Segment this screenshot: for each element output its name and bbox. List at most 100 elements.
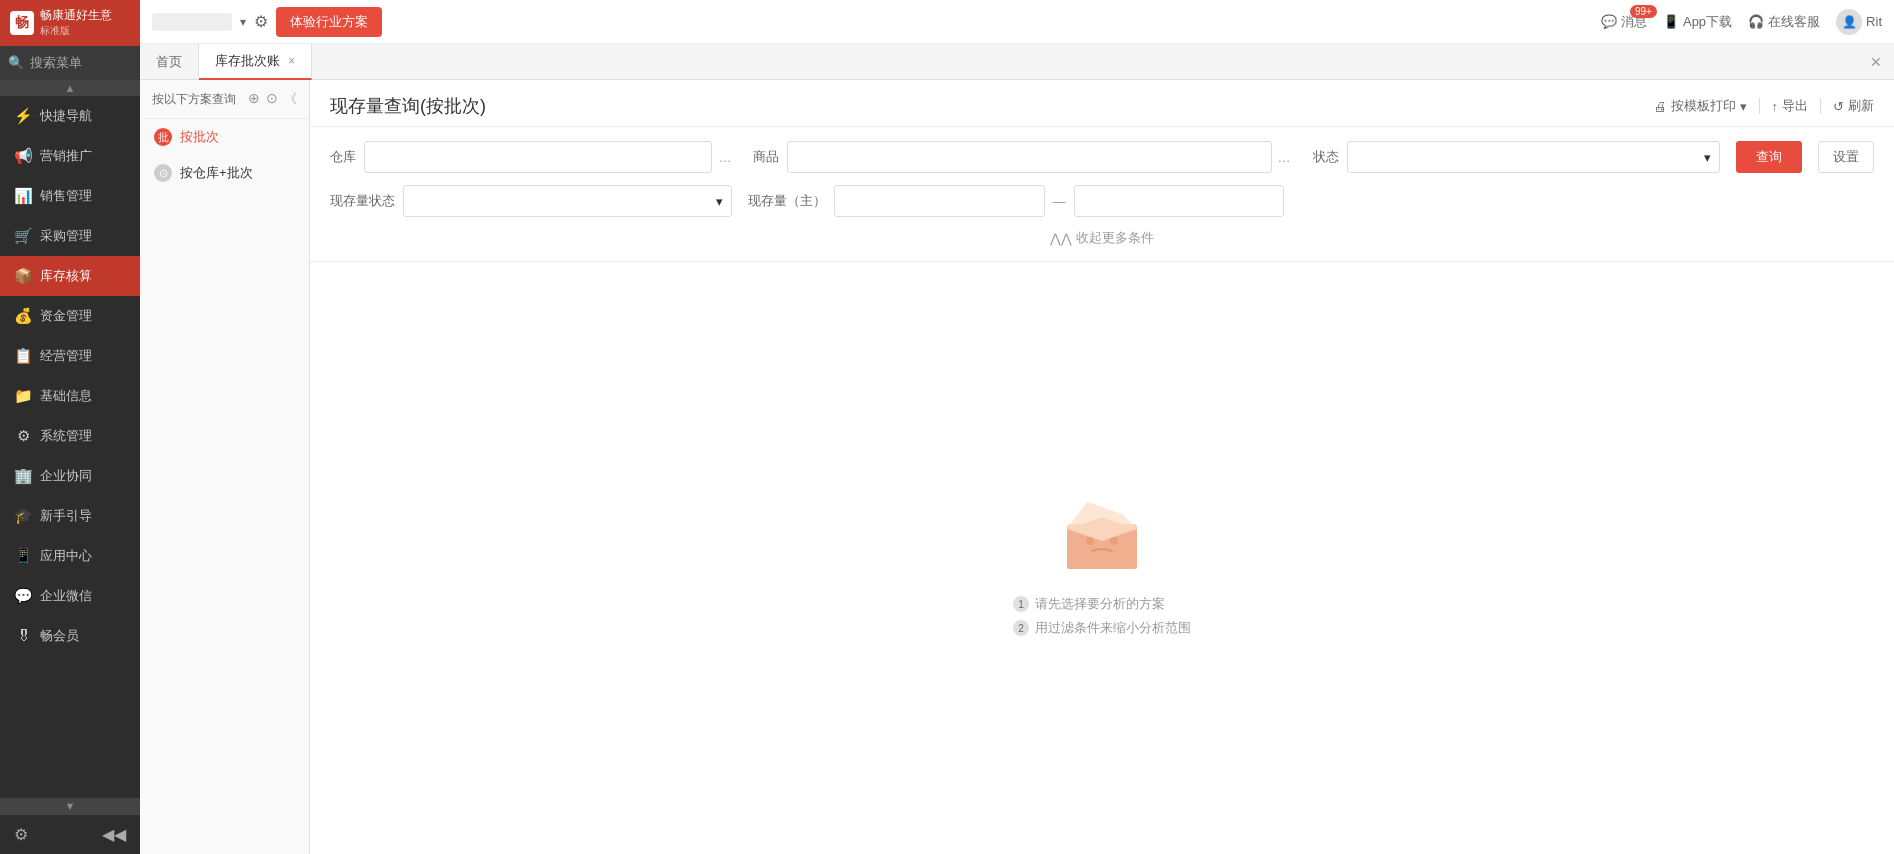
sidebar-item-inventory[interactable]: 📦 库存核算 [0,256,140,296]
tab-home[interactable]: 首页 [140,44,199,80]
status-filter-group: 状态 ▾ [1313,141,1720,173]
page-title: 现存量查询(按批次) [330,94,486,118]
sidebar-item-label: 应用中心 [40,547,92,565]
topbar-dropdown-icon[interactable]: ▾ [240,15,246,29]
sidebar-item-marketing[interactable]: 📢 营销推广 [0,136,140,176]
sidebar-collapse-icon[interactable]: ◀◀ [102,825,126,844]
user-avatar: 👤 [1836,9,1862,35]
topbar-breadcrumb [152,13,232,31]
empty-tip-1: 1 请先选择要分析的方案 [1013,595,1191,613]
status-select[interactable]: ▾ [1347,141,1720,173]
stock-amount-dash: — [1045,194,1074,209]
sidebar-item-purchase[interactable]: 🛒 采购管理 [0,216,140,256]
left-panel-header: 按以下方案查询 ⊕ ⊙ 《 [140,80,309,119]
sidebar-search[interactable]: 🔍 搜索菜单 [0,46,140,80]
sidebar-item-enterprise[interactable]: 🏢 企业协同 [0,456,140,496]
topbar-online-service[interactable]: 🎧 在线客服 [1748,13,1820,31]
stock-amount-to-input[interactable] [1074,185,1285,217]
scheme-wh-batch-icon: ⊙ [154,164,172,182]
stock-amount-filter-group: 现存量（主） — [748,185,1284,217]
topbar-app-download[interactable]: 📱 App下载 [1663,13,1732,31]
messages-badge: 99+ [1630,5,1657,18]
tip-num-2: 2 [1013,620,1029,636]
shortcuts-icon: ⚡ [14,107,32,125]
topbar-user[interactable]: 👤 Rit [1836,9,1882,35]
main-area: ▾ ⚙ 体验行业方案 💬 消息 99+ 📱 App下载 🎧 在线客服 👤 Rit [140,0,1894,854]
system-icon: ⚙ [14,427,32,445]
topbar-messages[interactable]: 💬 消息 99+ [1601,13,1647,31]
trial-button[interactable]: 体验行业方案 [276,7,382,37]
sidebar-item-label: 销售管理 [40,187,92,205]
add-scheme-icon[interactable]: ⊕ [248,90,260,108]
sidebar-gear-icon[interactable]: ⚙ [14,825,28,844]
svg-point-4 [1110,537,1118,545]
tab-close-all[interactable]: ✕ [1858,44,1894,80]
empty-state: 1 请先选择要分析的方案 2 用过滤条件来缩小分析范围 [310,262,1894,854]
sidebar-item-wechat[interactable]: 💬 企业微信 [0,576,140,616]
sidebar-scroll-down[interactable]: ▼ [0,798,140,814]
collapse-up-icon: ⋀⋀ [1050,231,1072,246]
operations-icon: 📋 [14,347,32,365]
tabs-bar: 首页 库存批次账 × ✕ [140,44,1894,80]
print-button[interactable]: 🖨 按模板打印 ▾ [1654,97,1747,115]
app-logo: 畅 [10,11,34,35]
sidebar-item-appcenter[interactable]: 📱 应用中心 [0,536,140,576]
warehouse-input[interactable] [364,141,712,173]
stock-status-select[interactable]: ▾ [403,185,732,217]
left-panel: 按以下方案查询 ⊕ ⊙ 《 批 按批次 ⊙ 按仓库+批次 [140,80,310,854]
app-download-label: App下载 [1683,13,1732,31]
print-label: 按模板打印 [1671,97,1736,115]
query-button[interactable]: 查询 [1736,141,1802,173]
sidebar-item-label: 营销推广 [40,147,92,165]
setting-button[interactable]: 设置 [1818,141,1874,173]
phone-icon: 📱 [1663,14,1679,29]
sidebar-search-label: 搜索菜单 [30,54,82,72]
sidebar-item-operations[interactable]: 📋 经营管理 [0,336,140,376]
tab-inventory-batch-label: 库存批次账 [215,52,280,70]
stock-amount-from-input[interactable] [834,185,1045,217]
scheme-by-batch[interactable]: 批 按批次 [140,119,309,155]
sidebar-item-members[interactable]: 🎖 畅会员 [0,616,140,656]
sidebar-item-label: 资金管理 [40,307,92,325]
left-panel-title: 按以下方案查询 [152,91,236,108]
goods-label: 商品 [753,148,779,166]
finance-icon: 💰 [14,307,32,325]
sidebar-item-sales[interactable]: 📊 销售管理 [0,176,140,216]
sidebar-item-newbie[interactable]: 🎓 新手引导 [0,496,140,536]
sidebar-item-label: 畅会员 [40,627,79,645]
export-button[interactable]: ↑ 导出 [1772,97,1809,115]
refresh-button[interactable]: ↺ 刷新 [1833,97,1874,115]
sidebar-item-system[interactable]: ⚙ 系统管理 [0,416,140,456]
sidebar-item-label: 新手引导 [40,507,92,525]
collapse-panel-icon[interactable]: 《 [284,90,297,108]
stock-status-filter-group: 现存量状态 ▾ [330,185,732,217]
user-name: Rit [1866,14,1882,29]
warehouse-more-icon[interactable]: … [712,150,737,165]
empty-box-svg [1052,479,1152,579]
scheme-batch-icon: 批 [154,128,172,146]
tip-2-text: 用过滤条件来缩小分析范围 [1035,619,1191,637]
sidebar-header: 畅 畅康通好生意 标准版 [0,0,140,46]
scheme-by-warehouse-batch[interactable]: ⊙ 按仓库+批次 [140,155,309,191]
sidebar-item-finance[interactable]: 💰 资金管理 [0,296,140,336]
tab-inventory-batch[interactable]: 库存批次账 × [199,44,312,80]
scheme-batch-label: 按批次 [180,128,219,146]
topbar-gear-icon[interactable]: ⚙ [254,12,268,31]
sidebar-scroll-up[interactable]: ▲ [0,80,140,96]
topbar-right: 💬 消息 99+ 📱 App下载 🎧 在线客服 👤 Rit [1601,9,1882,35]
sidebar-footer: ⚙ ◀◀ [0,814,140,854]
goods-more-icon[interactable]: … [1272,150,1297,165]
sidebar-item-label: 快捷导航 [40,107,92,125]
page-header: 现存量查询(按批次) 🖨 按模板打印 ▾ ↑ 导出 ↺ 刷 [310,80,1894,127]
print-dropdown-icon[interactable]: ▾ [1740,99,1747,114]
collapse-conditions-button[interactable]: ⋀⋀ 收起更多条件 [330,229,1874,247]
wechat-icon: 💬 [14,587,32,605]
tab-close-icon[interactable]: × [288,54,295,68]
goods-input[interactable] [787,141,1271,173]
topbar-left: ▾ ⚙ 体验行业方案 [152,7,1593,37]
settings-scheme-icon[interactable]: ⊙ [266,90,278,108]
tip-1-text: 请先选择要分析的方案 [1035,595,1165,613]
sidebar-item-basic[interactable]: 📁 基础信息 [0,376,140,416]
sales-icon: 📊 [14,187,32,205]
sidebar-item-shortcuts[interactable]: ⚡ 快捷导航 [0,96,140,136]
